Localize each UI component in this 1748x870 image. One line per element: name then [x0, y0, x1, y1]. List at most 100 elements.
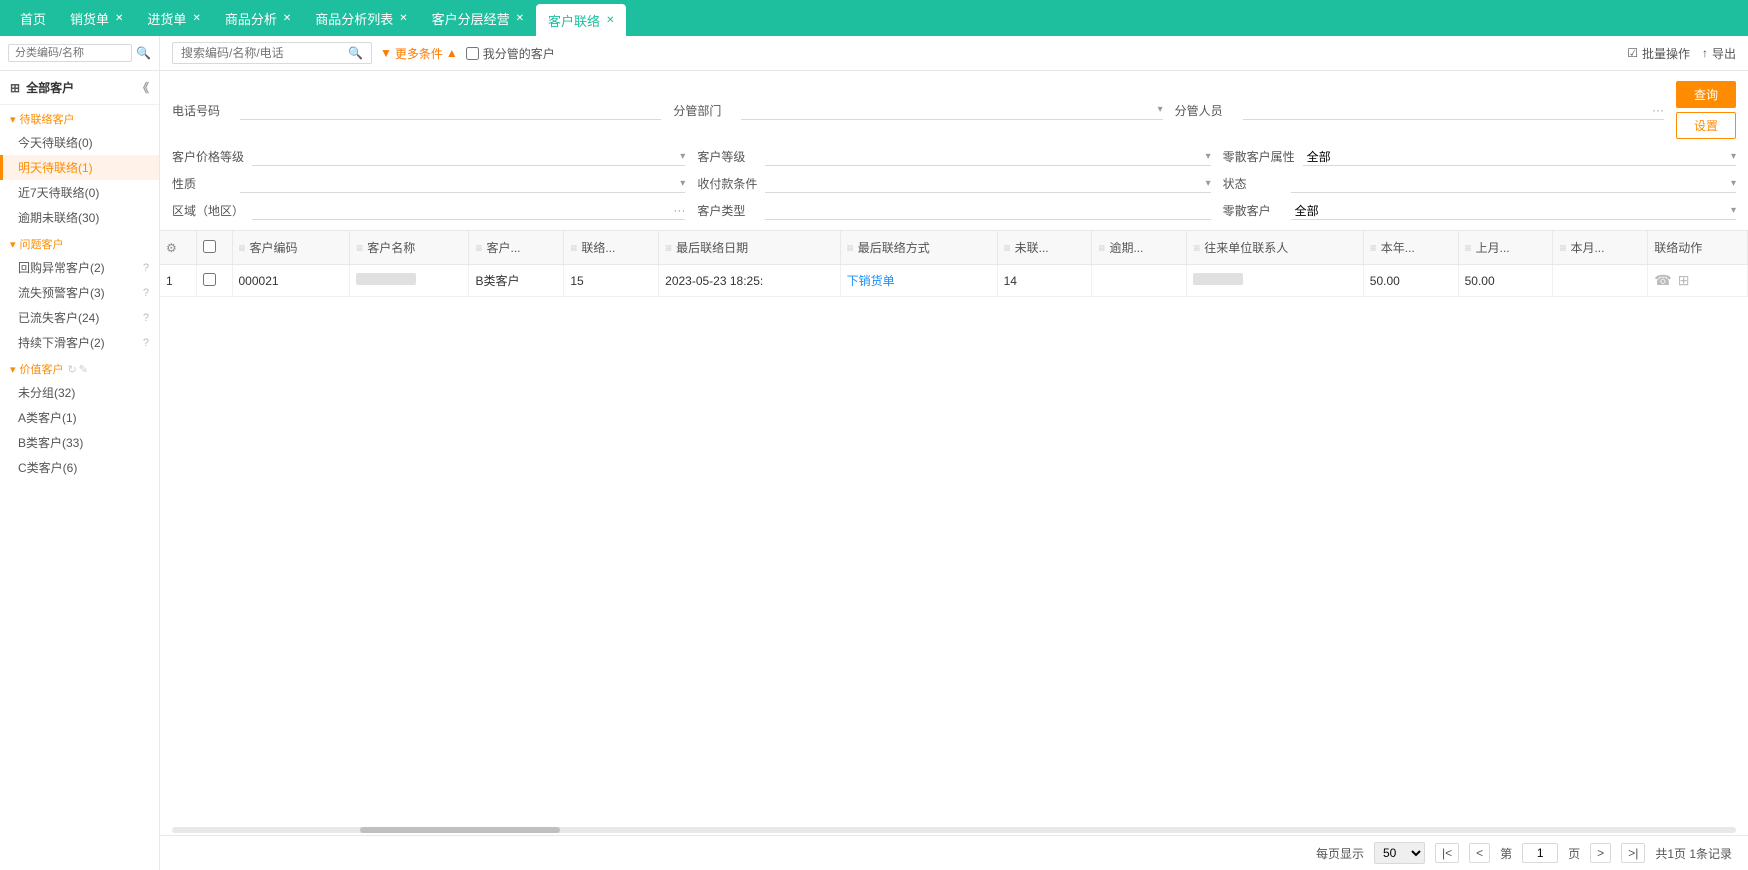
collapse-icon[interactable]: 《 [137, 79, 149, 96]
price-level-input[interactable] [252, 147, 680, 165]
edit-icon[interactable]: ✎ [79, 363, 88, 376]
col-customer-code: ≡客户编码 [232, 231, 350, 265]
select-all-checkbox[interactable] [203, 240, 216, 253]
close-icon[interactable]: ✕ [606, 15, 614, 26]
retail-customer-input[interactable] [1291, 201, 1731, 219]
sidebar-search-input[interactable] [8, 44, 132, 62]
page-unit: 页 [1568, 845, 1580, 862]
dept-input[interactable] [741, 101, 1157, 119]
help-icon[interactable]: ? [143, 287, 149, 299]
nav-sales[interactable]: 销货单 ✕ [58, 0, 135, 36]
close-icon[interactable]: ✕ [516, 13, 524, 24]
sidebar: 🔍 ⊞ 全部客户 《 待联络客户 今天待联络(0) 明天待联络(1) 近7天待联… [0, 36, 160, 870]
close-icon[interactable]: ✕ [399, 13, 407, 24]
sidebar-item-b-class[interactable]: B类客户(33) [0, 430, 159, 455]
filter-person: 分管人员 ··· [1175, 101, 1664, 120]
ellipsis-icon[interactable]: ··· [1652, 103, 1664, 117]
page-size-select[interactable]: 50 100 200 [1374, 842, 1425, 864]
help-icon[interactable]: ? [143, 312, 149, 324]
customer-type-input[interactable] [765, 201, 1210, 219]
payment-input[interactable] [765, 174, 1205, 192]
settings-icon[interactable]: ⚙ [166, 241, 177, 255]
chevron-down-icon[interactable]: ▾ [1206, 178, 1211, 189]
nav-product-analysis-list[interactable]: 商品分析列表 ✕ [303, 0, 419, 36]
row-this-year: 50.00 [1363, 265, 1458, 297]
sidebar-item-ungrouped[interactable]: 未分组(32) [0, 380, 159, 405]
row-code: 000021 [232, 265, 350, 297]
chevron-down-icon[interactable]: ▾ [1158, 104, 1163, 115]
sidebar-all-customers[interactable]: ⊞ 全部客户 《 [0, 71, 159, 105]
sidebar-item-tomorrow-pending[interactable]: 明天待联络(1) [0, 155, 159, 180]
chevron-down-icon[interactable]: ▾ [680, 178, 685, 189]
nav-customer-tier[interactable]: 客户分层经营 ✕ [420, 0, 536, 36]
region-label: 区域（地区） [172, 202, 244, 219]
chevron-down-icon[interactable]: ▾ [1731, 151, 1736, 162]
table-row: 1 000021 B类客户 15 2023-05-23 18:25: [160, 265, 1748, 297]
sidebar-item-declining[interactable]: 持续下滑客户(2) ? [0, 330, 159, 355]
sidebar-search-icon[interactable]: 🔍 [136, 46, 151, 60]
more-action-icon[interactable]: ⊞ [1678, 272, 1690, 289]
refresh-icon[interactable]: ↻ [68, 363, 77, 376]
filter-icon: ▼ [380, 46, 392, 60]
region-input[interactable] [252, 201, 669, 219]
sidebar-item-7days-pending[interactable]: 近7天待联络(0) [0, 180, 159, 205]
query-button[interactable]: 查询 [1676, 81, 1736, 108]
batch-operation-button[interactable]: ☑ 批量操作 [1627, 45, 1690, 62]
chevron-down-icon[interactable]: ▾ [1731, 178, 1736, 189]
export-button[interactable]: ↑ 导出 [1702, 45, 1736, 62]
first-page-button[interactable]: |< [1435, 843, 1459, 863]
last-page-button[interactable]: >| [1621, 843, 1645, 863]
status-input[interactable] [1291, 174, 1731, 192]
last-method-link[interactable]: 下销货单 [847, 274, 895, 288]
chevron-down-icon[interactable]: ▾ [680, 151, 685, 162]
help-icon[interactable]: ? [143, 337, 149, 349]
close-icon[interactable]: ✕ [115, 13, 123, 24]
ellipsis-icon[interactable]: ··· [673, 203, 685, 217]
sidebar-pending-section: 待联络客户 [0, 105, 159, 130]
next-page-button[interactable]: > [1590, 843, 1611, 863]
nav-product-analysis[interactable]: 商品分析 ✕ [213, 0, 303, 36]
sidebar-item-a-class[interactable]: A类客户(1) [0, 405, 159, 430]
filter-region: 区域（地区） ··· [172, 201, 685, 220]
my-customers-checkbox-label[interactable]: 我分管的客户 [466, 45, 555, 62]
gender-label: 性质 [172, 175, 232, 192]
col-this-month: ≡本月... [1553, 231, 1648, 265]
row-select-checkbox[interactable] [203, 273, 216, 286]
search-input[interactable] [181, 46, 344, 60]
phone-input[interactable] [240, 101, 661, 120]
filter-payment: 收付款条件 ▾ [697, 174, 1210, 193]
dept-select-wrap: ▾ [741, 101, 1162, 120]
more-conditions-button[interactable]: ▼ 更多条件 ▲ [380, 45, 458, 62]
chevron-down-icon[interactable]: ▾ [1731, 205, 1736, 216]
gender-input[interactable] [240, 174, 680, 192]
set-button[interactable]: 设置 [1676, 112, 1736, 139]
scrollbar-thumb[interactable] [360, 827, 560, 833]
retail-attr-input[interactable] [1303, 147, 1731, 165]
sidebar-item-churned[interactable]: 已流失客户(24) ? [0, 305, 159, 330]
help-icon[interactable]: ? [143, 262, 149, 274]
nav-purchase[interactable]: 进货单 ✕ [135, 0, 212, 36]
filter-price-level: 客户价格等级 ▾ [172, 147, 685, 166]
close-icon[interactable]: ✕ [283, 13, 291, 24]
prev-page-button[interactable]: < [1469, 843, 1490, 863]
customer-level-input[interactable] [765, 147, 1205, 165]
nav-home[interactable]: 首页 [8, 0, 58, 36]
sidebar-item-today-pending[interactable]: 今天待联络(0) [0, 130, 159, 155]
nav-customer-contact[interactable]: 客户联络 ✕ [536, 4, 626, 36]
status-select: ▾ [1291, 174, 1736, 193]
search-icon[interactable]: 🔍 [348, 46, 363, 60]
sidebar-item-overdue-contact[interactable]: 逾期未联络(30) [0, 205, 159, 230]
customer-type-select [765, 201, 1210, 220]
sidebar-value-section: 价值客户 ↻ ✎ [0, 355, 159, 380]
person-input[interactable] [1243, 101, 1648, 119]
chevron-up-icon: ▲ [446, 46, 458, 60]
close-icon[interactable]: ✕ [192, 13, 200, 24]
sidebar-item-churn-warning[interactable]: 流失预警客户(3) ? [0, 280, 159, 305]
my-customers-checkbox[interactable] [466, 47, 479, 60]
chevron-down-icon[interactable]: ▾ [1206, 151, 1211, 162]
sidebar-item-c-class[interactable]: C类客户(6) [0, 455, 159, 480]
contact-icon[interactable]: ☎ [1654, 272, 1671, 289]
page-input[interactable] [1522, 843, 1558, 863]
sidebar-item-repurchase-abnormal[interactable]: 回购异常客户(2) ? [0, 255, 159, 280]
sidebar-problem-section: 问题客户 [0, 230, 159, 255]
